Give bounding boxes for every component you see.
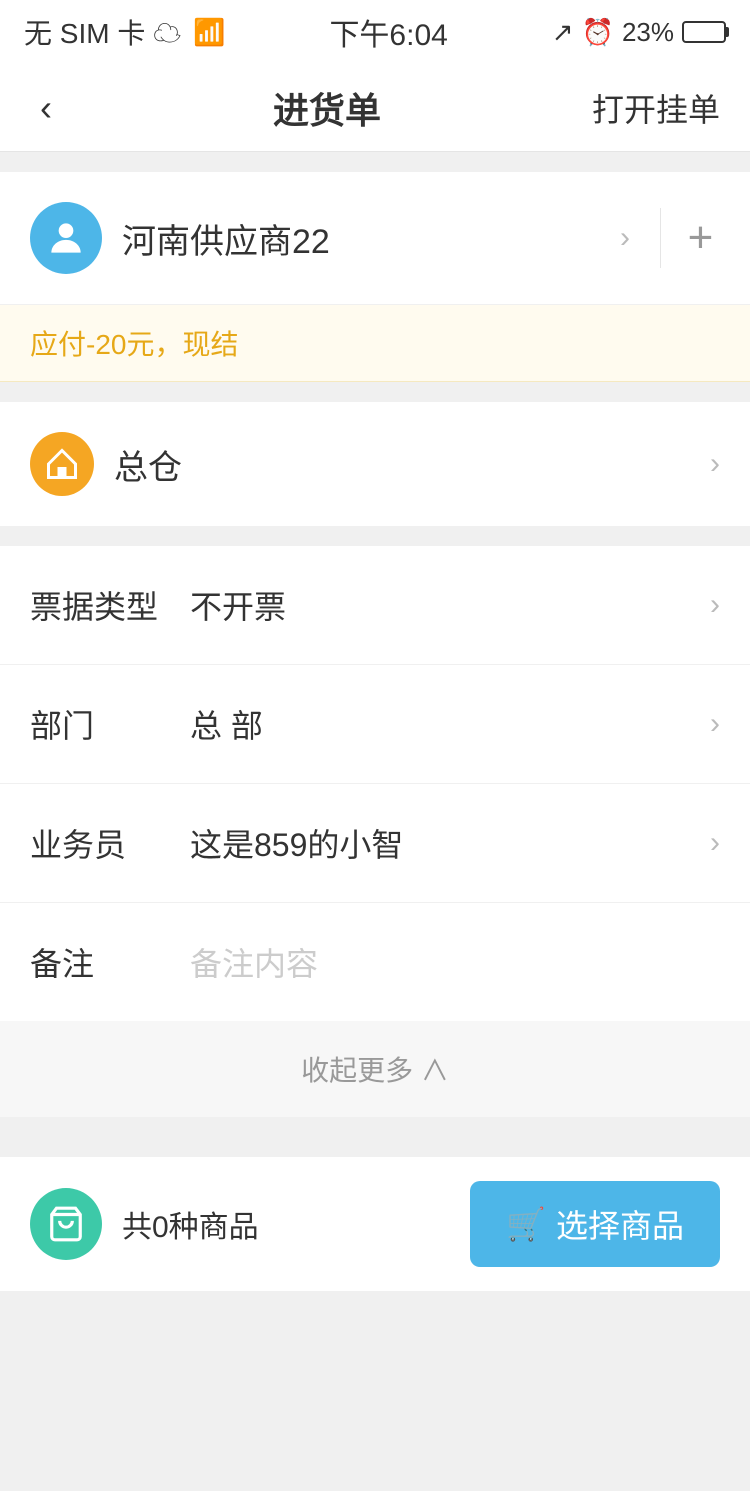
salesman-row[interactable]: 业务员 这是859的小智 › bbox=[0, 784, 750, 903]
status-time: 下午6:04 bbox=[329, 10, 447, 54]
invoice-chevron-icon: › bbox=[710, 588, 720, 622]
form-section: 票据类型 不开票 › 部门 总 部 › 业务员 这是859的小智 › 备注 备注… bbox=[0, 546, 750, 1021]
invoice-value: 不开票 bbox=[190, 582, 710, 628]
department-row[interactable]: 部门 总 部 › bbox=[0, 665, 750, 784]
collapse-button[interactable]: 收起更多 ∧ bbox=[0, 1021, 750, 1117]
invoice-label: 票据类型 bbox=[30, 582, 190, 628]
cart-icon-wrap bbox=[30, 1188, 102, 1260]
nav-bar: ‹ 进货单 打开挂单 bbox=[0, 64, 750, 152]
warehouse-chevron-icon: › bbox=[710, 447, 720, 481]
supplier-name: 河南供应商22 bbox=[122, 214, 620, 263]
warehouse-label: 总仓 bbox=[114, 440, 710, 489]
battery-percent: 23% bbox=[622, 17, 674, 48]
department-label: 部门 bbox=[30, 701, 190, 747]
remark-input[interactable]: 备注内容 bbox=[190, 939, 720, 985]
open-pending-button[interactable]: 打开挂单 bbox=[592, 85, 720, 131]
page-title: 进货单 bbox=[273, 82, 381, 134]
warehouse-icon bbox=[44, 446, 80, 482]
section-gap-3 bbox=[0, 526, 750, 546]
user-icon bbox=[44, 216, 88, 260]
status-right: ↗ ⏰ 23% bbox=[552, 17, 726, 48]
warehouse-icon-wrap bbox=[30, 432, 94, 496]
select-product-label: 选择商品 bbox=[556, 1201, 684, 1247]
select-product-button[interactable]: 🛒 选择商品 bbox=[470, 1181, 720, 1267]
product-count: 共0种商品 bbox=[122, 1202, 470, 1246]
select-icon: 🛒 bbox=[506, 1205, 546, 1243]
department-chevron-icon: › bbox=[710, 707, 720, 741]
product-bar: 共0种商品 🛒 选择商品 bbox=[0, 1157, 750, 1291]
section-gap-1 bbox=[0, 152, 750, 172]
invoice-row[interactable]: 票据类型 不开票 › bbox=[0, 546, 750, 665]
alarm-icon: ⏰ bbox=[582, 17, 614, 48]
back-button[interactable]: ‹ bbox=[30, 77, 62, 139]
status-left: 无 SIM 卡 ☁ 📶 bbox=[24, 12, 226, 52]
supplier-chevron-icon: › bbox=[620, 221, 630, 255]
salesman-chevron-icon: › bbox=[710, 826, 720, 860]
status-bar: 无 SIM 卡 ☁ 📶 下午6:04 ↗ ⏰ 23% bbox=[0, 0, 750, 64]
section-gap-4 bbox=[0, 1117, 750, 1137]
remark-row[interactable]: 备注 备注内容 bbox=[0, 903, 750, 1021]
alert-banner: 应付-20元，现结 bbox=[0, 305, 750, 382]
supplier-row[interactable]: 河南供应商22 › + bbox=[0, 172, 750, 305]
cart-icon bbox=[47, 1205, 85, 1243]
remark-label: 备注 bbox=[30, 939, 190, 985]
battery-icon bbox=[682, 21, 726, 43]
salesman-label: 业务员 bbox=[30, 820, 190, 866]
warehouse-row[interactable]: 总仓 › bbox=[0, 402, 750, 526]
department-value: 总 部 bbox=[190, 701, 710, 747]
add-button[interactable]: + bbox=[660, 208, 720, 268]
wifi-icon: 📶 bbox=[193, 17, 225, 48]
sim-label: 无 SIM 卡 ☁ bbox=[24, 12, 181, 52]
section-gap-2 bbox=[0, 382, 750, 402]
location-icon: ↗ bbox=[552, 17, 574, 48]
supplier-card: 河南供应商22 › + 应付-20元，现结 bbox=[0, 172, 750, 382]
page-background bbox=[0, 1291, 750, 1491]
warehouse-card: 总仓 › bbox=[0, 402, 750, 526]
salesman-value: 这是859的小智 bbox=[190, 820, 710, 866]
supplier-avatar bbox=[30, 202, 102, 274]
